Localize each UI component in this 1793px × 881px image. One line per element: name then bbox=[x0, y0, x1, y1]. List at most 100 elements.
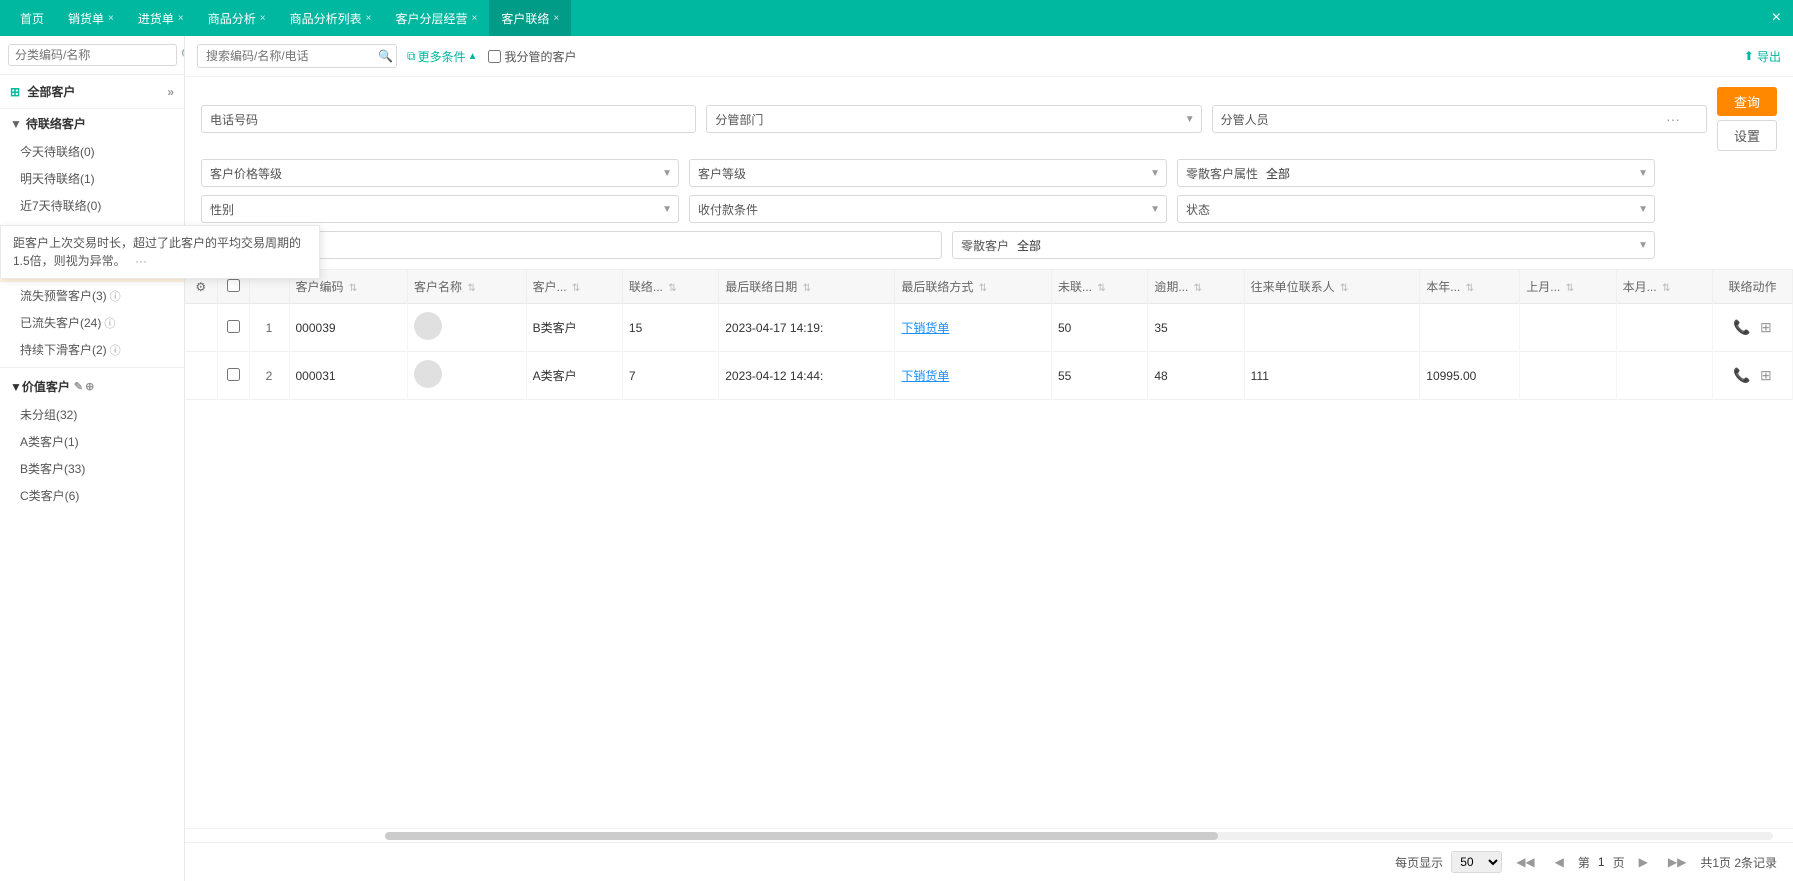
row1-phone-icon[interactable]: 📞 bbox=[1733, 319, 1750, 335]
edit-icon[interactable]: ✎ bbox=[74, 380, 83, 393]
col-year-sort-icon[interactable]: ⇅ bbox=[1466, 283, 1474, 294]
sidebar-collapse-icon[interactable]: » bbox=[167, 85, 174, 99]
row1-unit-contact bbox=[1244, 304, 1420, 352]
dept-field[interactable]: 分管部门 ▼ bbox=[706, 105, 1201, 133]
customer-type-field[interactable]: 客户类型 bbox=[239, 231, 942, 259]
col-last-method-header[interactable]: 最后联络方式 ⇅ bbox=[895, 270, 1052, 304]
main-search-input[interactable] bbox=[197, 44, 397, 68]
sidebar-item-class-a[interactable]: A类客户(1) bbox=[0, 428, 184, 455]
col-code-sort-icon[interactable]: ⇅ bbox=[349, 283, 357, 294]
gender-field[interactable]: 性别 ▼ bbox=[201, 195, 679, 223]
col-type-sort-icon[interactable]: ⇅ bbox=[572, 283, 580, 294]
nav-product-analysis[interactable]: 商品分析 × bbox=[196, 0, 278, 36]
nav-home[interactable]: 首页 bbox=[8, 0, 56, 36]
col-unit-sort-icon[interactable]: ⇅ bbox=[1340, 283, 1348, 294]
row2-last-method[interactable]: 下销货单 bbox=[895, 352, 1052, 400]
col-date-sort-icon[interactable]: ⇅ bbox=[803, 283, 811, 294]
manager-field[interactable]: 分管人员 ··· bbox=[1212, 105, 1707, 133]
nav-sales-close[interactable]: × bbox=[108, 13, 114, 24]
sidebar-item-today[interactable]: 今天待联络(0) bbox=[0, 138, 184, 165]
row1-more-icon[interactable]: ⊞ bbox=[1760, 319, 1772, 335]
last-page-btn[interactable]: ▶▶ bbox=[1662, 853, 1692, 871]
status-field[interactable]: 状态 ▼ bbox=[1177, 195, 1655, 223]
sidebar-item-class-c[interactable]: C类客户(6) bbox=[0, 482, 184, 509]
nav-customer-segment[interactable]: 客户分层经营 × bbox=[383, 0, 489, 36]
col-thismonth-sort-icon[interactable]: ⇅ bbox=[1662, 283, 1670, 294]
settings-button[interactable]: 设置 bbox=[1717, 120, 1777, 151]
col-last-month-header[interactable]: 上月... ⇅ bbox=[1520, 270, 1616, 304]
sidebar-item-declining[interactable]: 持续下滑客户(2) ⓘ bbox=[0, 336, 184, 363]
nav-contact-close[interactable]: × bbox=[553, 13, 559, 24]
h-scrollbar-thumb[interactable] bbox=[385, 832, 1218, 840]
info-icon-4[interactable]: ⓘ bbox=[110, 342, 121, 358]
sidebar-group-value[interactable]: ▼ 价值客户 ✎ ⊕ bbox=[0, 372, 184, 401]
col-overdue-sort-icon[interactable]: ⇅ bbox=[1194, 283, 1202, 294]
window-close-icon[interactable]: × bbox=[1772, 9, 1781, 27]
nav-purchase-close[interactable]: × bbox=[178, 13, 184, 24]
row2-code: 000031 bbox=[289, 352, 408, 400]
nav-product-analysis-close[interactable]: × bbox=[260, 13, 266, 24]
col-current-year-header[interactable]: 本年... ⇅ bbox=[1420, 270, 1520, 304]
col-unit-contact-header[interactable]: 往来单位联系人 ⇅ bbox=[1244, 270, 1420, 304]
top-nav: 首页 销货单 × 进货单 × 商品分析 × 商品分析列表 × 客户分层经营 × … bbox=[0, 0, 1793, 36]
nav-product-list-close[interactable]: × bbox=[366, 13, 372, 24]
sidebar-item-churned[interactable]: 已流失客户(24) ⓘ bbox=[0, 309, 184, 336]
retail-attr-field[interactable]: 零散客户属性 全部 ▼ bbox=[1177, 159, 1655, 187]
manager-dots-icon[interactable]: ··· bbox=[1666, 111, 1680, 127]
col-type-header[interactable]: 客户... ⇅ bbox=[526, 270, 622, 304]
nav-purchase[interactable]: 进货单 × bbox=[126, 0, 196, 36]
price-level-field[interactable]: 客户价格等级 ▼ bbox=[201, 159, 679, 187]
next-page-btn[interactable]: ▶ bbox=[1633, 853, 1654, 871]
first-page-btn[interactable]: ◀◀ bbox=[1510, 853, 1540, 871]
sidebar-group-pending[interactable]: ▼ 待联络客户 bbox=[0, 109, 184, 138]
nav-customer-contact[interactable]: 客户联络 × bbox=[489, 0, 571, 36]
col-count-sort-icon[interactable]: ⇅ bbox=[668, 283, 676, 294]
per-page-select[interactable]: 50 20 100 bbox=[1451, 851, 1502, 873]
sidebar-item-7days[interactable]: 近7天待联络(0) bbox=[0, 192, 184, 219]
row1-last-method[interactable]: 下销货单 bbox=[895, 304, 1052, 352]
customer-level-field[interactable]: 客户等级 ▼ bbox=[689, 159, 1167, 187]
nav-segment-close[interactable]: × bbox=[471, 13, 477, 24]
col-method-sort-icon[interactable]: ⇅ bbox=[979, 283, 987, 294]
col-uncontacted-sort-icon[interactable]: ⇅ bbox=[1097, 283, 1105, 294]
col-this-month-header[interactable]: 本月... ⇅ bbox=[1616, 270, 1712, 304]
info-icon-2[interactable]: ⓘ bbox=[110, 288, 121, 304]
row1-checkbox[interactable] bbox=[217, 304, 249, 352]
col-name-sort-icon[interactable]: ⇅ bbox=[467, 283, 475, 294]
filter-buttons: 查询 设置 bbox=[1717, 87, 1777, 151]
col-last-date-header[interactable]: 最后联络日期 ⇅ bbox=[719, 270, 895, 304]
prev-page-btn[interactable]: ◀ bbox=[1549, 853, 1570, 871]
tooltip-more-icon[interactable]: ··· bbox=[135, 254, 147, 268]
row2-checkbox[interactable] bbox=[217, 352, 249, 400]
row2-phone-icon[interactable]: 📞 bbox=[1733, 367, 1750, 383]
col-uncontacted-header[interactable]: 未联... ⇅ bbox=[1051, 270, 1147, 304]
my-customers-checkbox-wrap[interactable]: 我分管的客户 bbox=[488, 48, 577, 65]
nav-sales[interactable]: 销货单 × bbox=[56, 0, 126, 36]
info-icon-3[interactable]: ⓘ bbox=[104, 315, 115, 331]
sidebar-item-churn-warning[interactable]: 流失预警客户(3) ⓘ bbox=[0, 282, 184, 309]
more-conditions-btn[interactable]: ⧉ 更多条件 ▲ bbox=[407, 48, 478, 65]
retail-customer-field[interactable]: 零散客户 全部 ▼ bbox=[952, 231, 1655, 259]
export-btn[interactable]: ⬆ 导出 bbox=[1744, 48, 1781, 65]
col-lastmonth-sort-icon[interactable]: ⇅ bbox=[1566, 283, 1574, 294]
sidebar-all-customers[interactable]: ⊞ 全部客户 » bbox=[0, 75, 184, 109]
sidebar-item-ungrouped[interactable]: 未分组(32) bbox=[0, 401, 184, 428]
select-all-checkbox[interactable] bbox=[227, 279, 240, 292]
my-customers-checkbox[interactable] bbox=[488, 50, 501, 63]
add-icon[interactable]: ⊕ bbox=[85, 380, 94, 393]
phone-field[interactable]: 电话号码 bbox=[201, 105, 696, 133]
main-search-icon[interactable]: 🔍 bbox=[378, 49, 393, 63]
row2-more-icon[interactable]: ⊞ bbox=[1760, 367, 1772, 383]
col-name-header[interactable]: 客户名称 ⇅ bbox=[408, 270, 527, 304]
sidebar-item-tomorrow[interactable]: 明天待联络(1) bbox=[0, 165, 184, 192]
h-scrollbar[interactable] bbox=[185, 828, 1793, 842]
sidebar-search-input[interactable] bbox=[8, 44, 177, 66]
row2-select-checkbox[interactable] bbox=[227, 368, 240, 381]
col-overdue-header[interactable]: 逾期... ⇅ bbox=[1148, 270, 1244, 304]
col-contact-count-header[interactable]: 联络... ⇅ bbox=[622, 270, 718, 304]
nav-product-analysis-list[interactable]: 商品分析列表 × bbox=[278, 0, 384, 36]
payment-field[interactable]: 收付款条件 ▼ bbox=[689, 195, 1167, 223]
query-button[interactable]: 查询 bbox=[1717, 87, 1777, 116]
sidebar-item-class-b[interactable]: B类客户(33) bbox=[0, 455, 184, 482]
row1-select-checkbox[interactable] bbox=[227, 320, 240, 333]
